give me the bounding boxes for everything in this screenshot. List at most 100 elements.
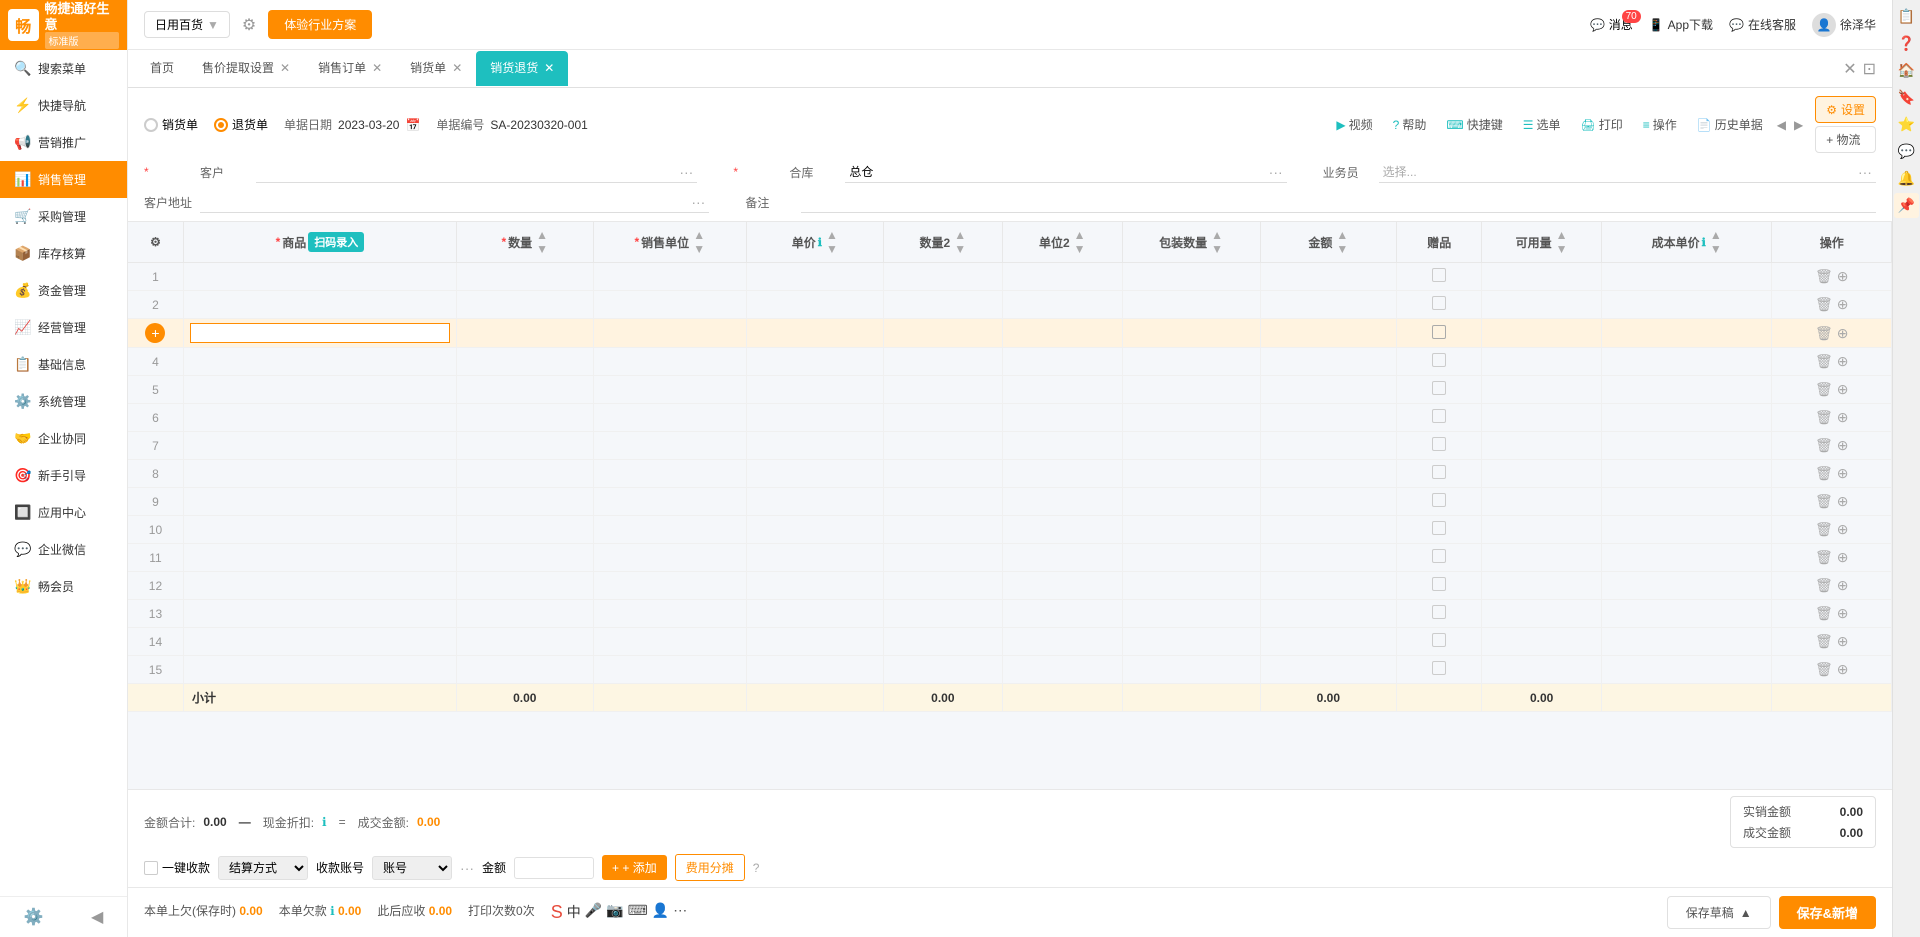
experience-btn[interactable]: 体验行业方案 (268, 10, 372, 39)
right-panel-doc-icon[interactable]: 📋 (1894, 4, 1919, 29)
gift-checkbox[interactable] (1432, 521, 1446, 535)
toolbar-video[interactable]: ▶ 视频 (1330, 113, 1378, 136)
tab-sales-return[interactable]: 销货退货 ✕ (476, 51, 568, 86)
gift-checkbox[interactable] (1432, 268, 1446, 282)
address-input[interactable]: ··· (200, 191, 709, 213)
gift-checkbox[interactable] (1432, 353, 1446, 367)
toolbar-shortcut[interactable]: ⌨ 快捷键 (1440, 113, 1508, 136)
toolbar-print[interactable]: 🖨 打印 (1575, 113, 1629, 136)
product-input[interactable] (190, 323, 450, 343)
right-panel-star-icon[interactable]: ⭐ (1894, 112, 1919, 137)
sidebar-item-purchase[interactable]: 🛒 采购管理 (0, 198, 127, 235)
gift-checkbox-active[interactable] (1432, 325, 1446, 339)
toolbar-operation[interactable]: ≡ 操作 (1637, 113, 1683, 136)
delete-icon[interactable]: 🗑 (1815, 296, 1833, 313)
discount-info-icon[interactable]: ℹ (322, 815, 327, 829)
copy-icon[interactable]: ⊕ (1837, 381, 1849, 398)
sidebar-item-sales[interactable]: 📊 销售管理 (0, 161, 127, 198)
delete-icon[interactable]: 🗑 (1815, 437, 1833, 454)
sidebar-item-finance[interactable]: 💰 资金管理 (0, 272, 127, 309)
topbar-gear-icon[interactable]: ⚙ (242, 15, 256, 35)
app-download[interactable]: 📱 App下载 (1649, 16, 1713, 33)
warehouse-dots-icon[interactable]: ··· (1269, 164, 1283, 180)
toolbar-help[interactable]: ? 帮助 (1387, 113, 1433, 136)
settings-btn[interactable]: ⚙ 设置 (1815, 96, 1876, 123)
sidebar-item-shortcut[interactable]: ⚡ 快捷导航 (0, 87, 127, 124)
copy-icon[interactable]: ⊕ (1837, 353, 1849, 370)
fee-help-icon[interactable]: ? (753, 861, 760, 875)
delete-icon[interactable]: 🗑 (1815, 605, 1833, 622)
gift-checkbox[interactable] (1432, 633, 1446, 647)
save-new-btn[interactable]: 保存&新增 (1779, 896, 1876, 929)
staff-input[interactable]: 选择... ··· (1379, 161, 1876, 183)
toolbar-history[interactable]: 📄 历史单据 (1691, 113, 1769, 136)
copy-icon[interactable]: ⊕ (1837, 633, 1849, 650)
copy-icon[interactable]: ⊕ (1837, 661, 1849, 678)
copy-icon[interactable]: ⊕ (1837, 605, 1849, 622)
sidebar-item-member[interactable]: 👑 畅会员 (0, 568, 127, 605)
gift-checkbox[interactable] (1432, 549, 1446, 563)
industry-select[interactable]: 日用百货 ▼ (144, 11, 230, 38)
online-service[interactable]: 💬 在线客服 (1729, 16, 1796, 33)
bank-select[interactable]: 账号 (372, 856, 452, 880)
sidebar-item-enterprise[interactable]: 🤝 企业协同 (0, 420, 127, 457)
sidebar-item-operation[interactable]: 📈 经营管理 (0, 309, 127, 346)
copy-icon[interactable]: ⊕ (1837, 437, 1849, 454)
delete-icon[interactable]: 🗑 (1815, 268, 1833, 285)
gift-checkbox[interactable] (1432, 465, 1446, 479)
copy-icon[interactable]: ⊕ (1837, 409, 1849, 426)
save-draft-btn[interactable]: 保存草稿 ▲ (1667, 896, 1771, 929)
remark-input[interactable] (801, 191, 1876, 213)
radio-sales-bill[interactable]: 销货单 (144, 116, 198, 133)
address-dots-icon[interactable]: ··· (691, 194, 705, 210)
sidebar-item-system[interactable]: ⚙️ 系统管理 (0, 383, 127, 420)
sidebar-item-inventory[interactable]: 📦 库存核算 (0, 235, 127, 272)
copy-icon[interactable]: ⊕ (1837, 493, 1849, 510)
radio-return-bill[interactable]: 退货单 (214, 116, 268, 133)
tab-close-price[interactable]: ✕ (280, 61, 290, 75)
tab-price-settings[interactable]: 售价提取设置 ✕ (188, 51, 304, 86)
copy-icon[interactable]: ⊕ (1837, 521, 1849, 538)
gift-checkbox[interactable] (1432, 381, 1446, 395)
delete-icon[interactable]: 🗑 (1815, 493, 1833, 510)
copy-icon[interactable]: ⊕ (1837, 268, 1849, 285)
nav-prev-icon[interactable]: ◀ (1777, 118, 1786, 132)
gift-checkbox[interactable] (1432, 296, 1446, 310)
settlement-select[interactable]: 结算方式 (218, 856, 308, 880)
tab-sales-order[interactable]: 销售订单 ✕ (304, 51, 396, 86)
calendar-icon[interactable]: 📅 (405, 118, 420, 132)
copy-icon[interactable]: ⊕ (1837, 325, 1849, 342)
staff-dots-icon[interactable]: ··· (1858, 164, 1872, 180)
scan-btn[interactable]: 扫码录入 (308, 232, 364, 252)
maximize-icon[interactable]: ⊡ (1863, 59, 1876, 79)
add-payment-btn[interactable]: + + 添加 (602, 855, 667, 880)
copy-icon[interactable]: ⊕ (1837, 465, 1849, 482)
delete-icon[interactable]: 🗑 (1815, 661, 1833, 678)
gift-checkbox[interactable] (1432, 577, 1446, 591)
sidebar-item-apps[interactable]: 🔲 应用中心 (0, 494, 127, 531)
delete-icon[interactable]: 🗑 (1815, 409, 1833, 426)
gift-checkbox[interactable] (1432, 605, 1446, 619)
delete-icon[interactable]: 🗑 (1815, 633, 1833, 650)
delete-icon[interactable]: 🗑 (1815, 465, 1833, 482)
copy-icon[interactable]: ⊕ (1837, 296, 1849, 313)
delete-icon[interactable]: 🗑 (1815, 325, 1833, 342)
right-panel-home-icon[interactable]: 🏠 (1894, 58, 1919, 83)
gift-checkbox[interactable] (1432, 661, 1446, 675)
sidebar-item-newguide[interactable]: 🎯 新手引导 (0, 457, 127, 494)
amount-input[interactable] (514, 857, 594, 879)
collapse-icon[interactable]: ◀ (91, 907, 103, 927)
right-panel-bookmark-icon[interactable]: 🔖 (1894, 85, 1919, 110)
sidebar-item-search[interactable]: 🔍 搜索菜单 (0, 50, 127, 87)
delete-icon[interactable]: 🗑 (1815, 577, 1833, 594)
user-area[interactable]: 👤 徐泽华 (1812, 13, 1876, 37)
sidebar-item-basic[interactable]: 📋 基础信息 (0, 346, 127, 383)
delete-icon[interactable]: 🗑 (1815, 381, 1833, 398)
right-panel-pin-icon[interactable]: 📌 (1894, 193, 1919, 218)
toolbar-select[interactable]: ☰ 选单 (1517, 113, 1567, 136)
th-settings[interactable]: ⚙ (128, 222, 183, 263)
nav-next-icon[interactable]: ▶ (1794, 118, 1803, 132)
tab-close-order[interactable]: ✕ (372, 61, 382, 75)
tab-sales-delivery[interactable]: 销货单 ✕ (396, 51, 476, 86)
customer-dots-icon[interactable]: ··· (679, 164, 693, 180)
